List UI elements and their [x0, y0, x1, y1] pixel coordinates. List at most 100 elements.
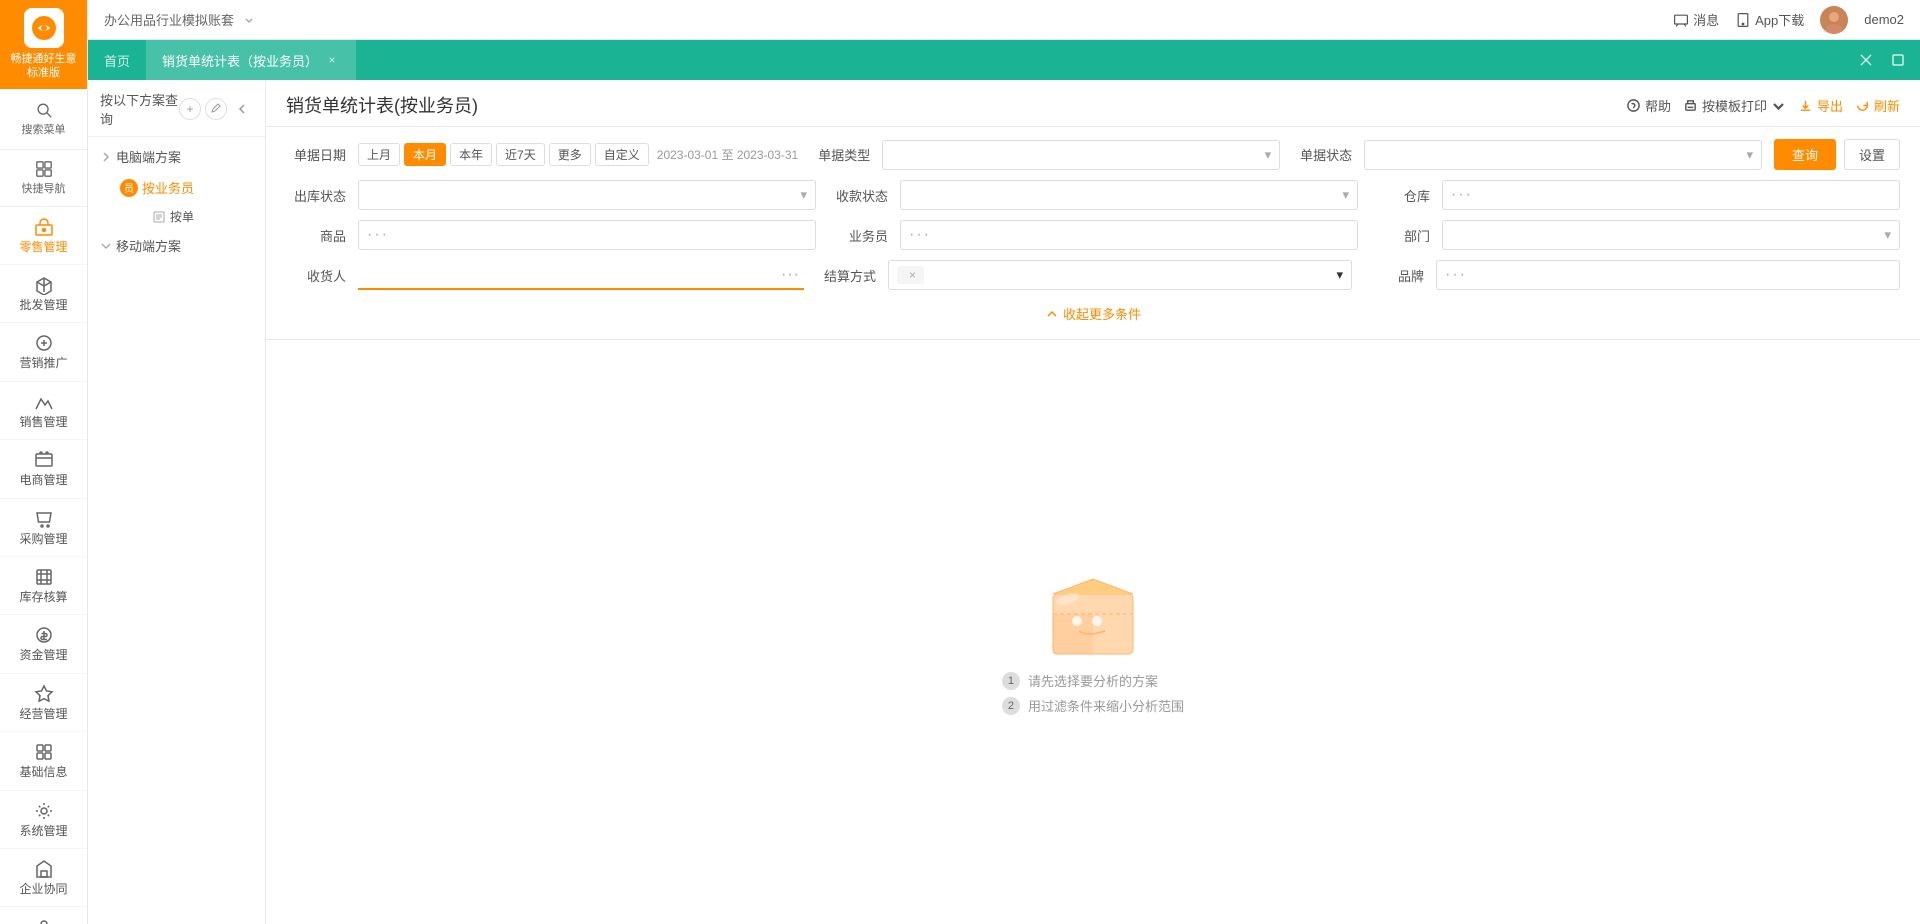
sidebar-item-basic[interactable]: 基础信息 [0, 732, 87, 790]
consignee-input-wrap: ··· [358, 260, 804, 290]
refresh-icon [1855, 98, 1870, 113]
quick-nav-label: 快捷导航 [22, 180, 66, 196]
template-print-label: 按模板打印 [1702, 96, 1767, 115]
sidebar-item-marketing[interactable]: 营销推广 [0, 323, 87, 381]
pay-status-filter-label: 收款状态 [828, 186, 888, 205]
collapse-panel-button[interactable] [231, 98, 253, 120]
tab-close-button[interactable]: × [324, 52, 340, 68]
sidebar-item-newbie[interactable]: 新手引导 [0, 907, 87, 924]
refresh-label: 刷新 [1874, 96, 1900, 115]
add-scheme-button[interactable]: + [179, 98, 201, 120]
help-icon [1626, 98, 1641, 113]
export-icon [1798, 98, 1813, 113]
date-more-button[interactable]: 更多 [549, 143, 591, 166]
sidebar-item-system[interactable]: 系统管理 [0, 791, 87, 849]
data-area: 1 请先选择要分析的方案 2 用过滤条件来缩小分析范围 [266, 340, 1920, 924]
step-2-num: 2 [1002, 697, 1020, 715]
collapse-row: 收起更多条件 [286, 300, 1900, 327]
date-custom-button[interactable]: 自定义 [595, 143, 649, 166]
sidebar-item-sales[interactable]: 销售管理 [0, 382, 87, 440]
logo-text: 畅捷通好生意 标准版 [6, 52, 81, 81]
goods-select[interactable]: ··· [358, 220, 816, 250]
settlement-filter-label: 结算方式 [816, 266, 876, 285]
consignee-input[interactable] [358, 260, 804, 290]
salesperson-dots: ··· [909, 226, 931, 244]
tree-sub-by-doc[interactable]: 按单 [108, 203, 265, 230]
quick-nav-button[interactable]: 快捷导航 [0, 154, 87, 202]
sidebar-item-inventory[interactable]: 库存核算 [0, 557, 87, 615]
settlement-select[interactable]: × ▾ [888, 260, 1352, 290]
edit-scheme-button[interactable] [205, 98, 227, 120]
empty-illustration: 1 请先选择要分析的方案 2 用过滤条件来缩小分析范围 [1002, 549, 1184, 715]
sidebar-item-retail[interactable]: 零售管理 [0, 207, 87, 265]
settlement-tag-close[interactable]: × [909, 268, 916, 282]
date-this-year-button[interactable]: 本年 [450, 143, 492, 166]
brand-select[interactable]: ··· [1436, 260, 1900, 290]
date-this-month-button[interactable]: 本月 [404, 143, 446, 166]
help-button[interactable]: 帮助 [1626, 96, 1671, 115]
left-panel-header: 按以下方案查询 + [88, 80, 265, 137]
date-quick-buttons: 上月 本月 本年 近7天 更多 自定义 2023-03-01 至 2023-03… [358, 143, 798, 166]
tree-child-salesperson[interactable]: 员 按业务员 [108, 172, 265, 203]
sidebar-item-ecommerce[interactable]: 电商管理 [0, 440, 87, 498]
sidebar-item-operations[interactable]: 经营管理 [0, 674, 87, 732]
refresh-button[interactable]: 刷新 [1855, 96, 1900, 115]
breadcrumb-dropdown-icon[interactable] [242, 13, 256, 27]
avatar-image [1820, 6, 1848, 34]
tree-children-pc: 员 按业务员 按单 [88, 172, 265, 230]
pay-status-select[interactable]: ▾ [900, 180, 1358, 210]
template-print-button[interactable]: 按模板打印 [1683, 96, 1786, 115]
user-avatar[interactable] [1820, 6, 1848, 34]
collapse-more-button[interactable]: 收起更多条件 [1045, 300, 1141, 327]
date-last-7-days-button[interactable]: 近7天 [496, 143, 545, 166]
left-panel: 按以下方案查询 + [88, 80, 266, 924]
sidebar-logo[interactable]: 畅捷通好生意 标准版 [0, 0, 87, 89]
logo-icon [24, 8, 64, 48]
collapse-label: 收起更多条件 [1063, 304, 1141, 323]
tree-parent-mobile[interactable]: 移动端方案 [88, 230, 265, 261]
sidebar-item-sales-label: 销售管理 [19, 415, 67, 429]
warehouse-select[interactable]: ··· [1442, 180, 1900, 210]
query-button[interactable]: 查询 [1774, 139, 1836, 170]
app-download-icon [1735, 12, 1751, 28]
right-panel: 销货单统计表(按业务员) 帮助 按模板打印 [266, 80, 1920, 924]
sidebar-item-wholesale-label: 批发管理 [19, 298, 67, 312]
scheme-tree: 电脑端方案 员 按业务员 按单 [88, 137, 265, 265]
search-menu-button[interactable]: 搜索菜单 [6, 97, 81, 141]
dept-filter-label: 部门 [1370, 226, 1430, 245]
sidebar-item-purchase[interactable]: 采购管理 [0, 499, 87, 557]
tab-actions [1852, 46, 1920, 74]
tab-current[interactable]: 销货单统计表（按业务员） × [146, 40, 356, 80]
tree-sub-by-doc-label: 按单 [170, 208, 194, 225]
sidebar-item-wholesale[interactable]: 批发管理 [0, 265, 87, 323]
user-name[interactable]: demo2 [1864, 12, 1904, 27]
settings-button[interactable]: 设置 [1844, 139, 1900, 170]
sidebar-item-operations-label: 经营管理 [19, 707, 67, 721]
page-actions: 帮助 按模板打印 [1626, 96, 1900, 115]
pay-status-arrow-icon: ▾ [1342, 187, 1349, 203]
export-button[interactable]: 导出 [1798, 96, 1843, 115]
header-left: 办公用品行业模拟账套 [104, 10, 256, 29]
empty-state-illustration [1033, 549, 1153, 659]
sidebar-item-finance[interactable]: 资金管理 [0, 615, 87, 673]
tree-parent-pc[interactable]: 电脑端方案 [88, 141, 265, 172]
tab-home[interactable]: 首页 [88, 40, 146, 80]
tab-home-label: 首页 [104, 51, 130, 70]
template-print-arrow-icon [1771, 98, 1786, 113]
messages-button[interactable]: 消息 [1673, 10, 1719, 29]
out-status-select[interactable]: ▾ [358, 180, 816, 210]
app-download-button[interactable]: App下载 [1735, 10, 1804, 29]
tree-parent-pc-label: 电脑端方案 [116, 147, 181, 166]
sidebar-item-enterprise[interactable]: 企业协同 [0, 849, 87, 907]
salesperson-select[interactable]: ··· [900, 220, 1358, 250]
sidebar-item-inventory-label: 库存核算 [19, 590, 67, 604]
date-last-month-button[interactable]: 上月 [358, 143, 400, 166]
sidebar-item-marketing-label: 营销推广 [19, 356, 67, 370]
doc-type-select[interactable]: ▾ [882, 140, 1280, 170]
tab-maximize-button[interactable] [1884, 46, 1912, 74]
doc-status-select[interactable]: ▾ [1364, 140, 1762, 170]
doc-type-arrow-icon: ▾ [1265, 147, 1272, 163]
dept-select[interactable]: ▾ [1442, 220, 1900, 250]
collapse-left-icon [236, 103, 248, 115]
tab-close-window-button[interactable] [1852, 46, 1880, 74]
